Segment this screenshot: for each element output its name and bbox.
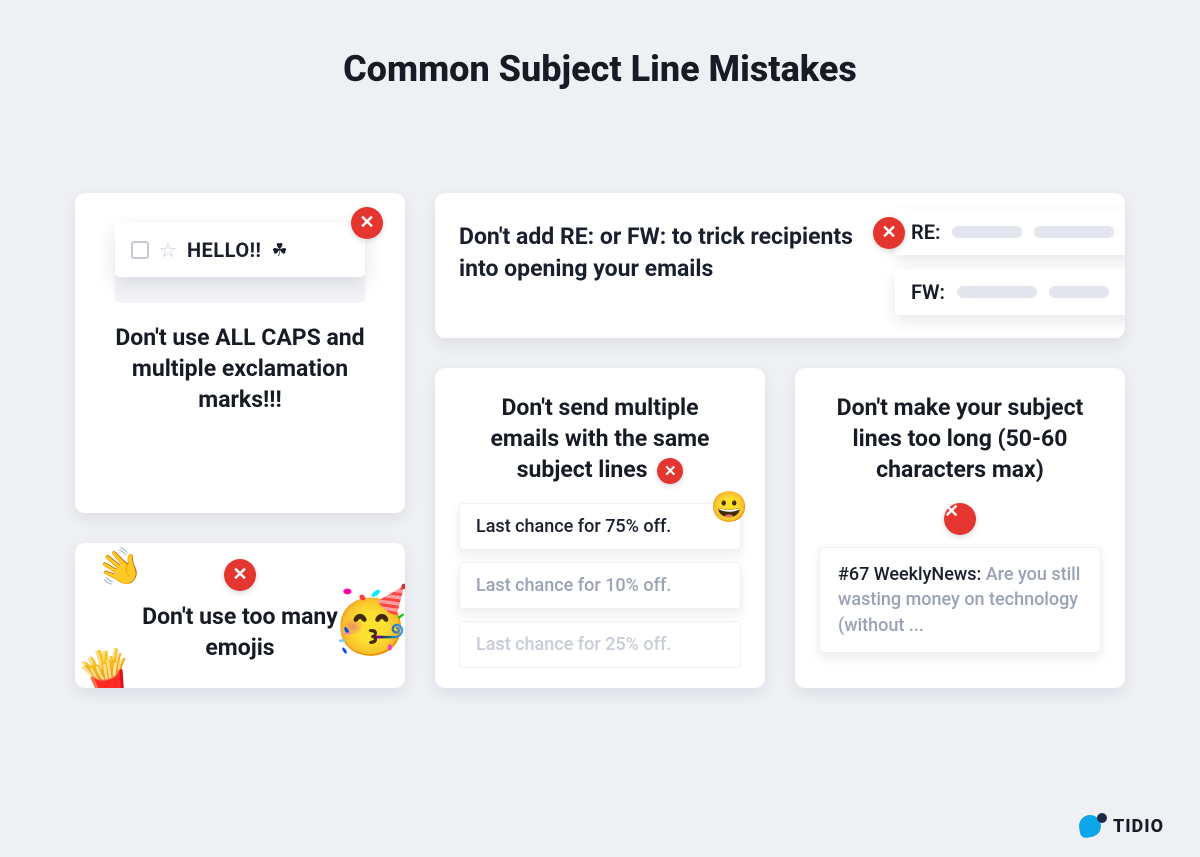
re-label: RE:	[911, 220, 940, 244]
subject-strong: #67 WeeklyNews:	[838, 564, 986, 585]
subject-item: Last chance for 10% off.	[459, 562, 741, 609]
placeholder-pill	[952, 226, 1022, 238]
tip-text: Don't add RE: or FW: to trick recipients…	[459, 221, 889, 285]
error-icon	[351, 207, 383, 239]
subject-item: Last chance for 25% off.	[459, 621, 741, 668]
brand-logo: TIDIO	[1079, 813, 1164, 839]
placeholder-pill	[1034, 226, 1114, 238]
tip-text: Don't use ALL CAPS and multiple exclamat…	[99, 322, 381, 415]
fw-label: FW:	[911, 280, 945, 304]
error-icon	[224, 559, 256, 591]
star-icon: ☆	[159, 238, 177, 262]
tip-text: Don't make your subject lines too long (…	[819, 392, 1101, 485]
placeholder-pill	[957, 286, 1037, 298]
card-too-long: Don't make your subject lines too long (…	[795, 368, 1125, 688]
party-icon: 🥳	[331, 583, 405, 658]
tip-text: Don't send multiple emails with the same…	[459, 392, 741, 485]
refw-row-fw: FW:	[895, 269, 1125, 315]
checkbox-icon	[131, 241, 149, 259]
cards-grid: ☆ HELLO!! ☘ Don't use ALL CAPS and multi…	[75, 193, 1150, 688]
card-re-fw: Don't add RE: or FW: to trick recipients…	[435, 193, 1125, 338]
card-all-caps: ☆ HELLO!! ☘ Don't use ALL CAPS and multi…	[75, 193, 405, 513]
subject-text: Last chance for 75% off.	[476, 516, 671, 537]
long-subject-example: #67 WeeklyNews: Are you still wasting mo…	[819, 547, 1101, 653]
subject-item: Last chance for 75% off. 😀	[459, 503, 741, 550]
email-row-example: ☆ HELLO!! ☘	[115, 223, 365, 277]
error-icon	[944, 503, 976, 535]
refw-row-re: RE:	[895, 209, 1125, 255]
page-title: Common Subject Line Mistakes	[0, 48, 1200, 90]
wave-icon: 👋	[91, 543, 147, 595]
smiley-icon: 😀	[711, 490, 748, 525]
subject-list: Last chance for 75% off. 😀 Last chance f…	[459, 503, 741, 668]
card-multiple-emails: Don't send multiple emails with the same…	[435, 368, 765, 688]
refw-example: RE: FW:	[895, 209, 1125, 329]
error-icon	[873, 217, 905, 249]
error-icon	[657, 458, 683, 484]
example-subject-text: HELLO!!	[187, 238, 262, 262]
placeholder-pill	[1049, 286, 1109, 298]
brand-name: TIDIO	[1113, 816, 1164, 837]
card-emojis: 👋 🍟 🥳 Don't use too many emojis	[75, 543, 405, 688]
logo-icon	[1079, 813, 1105, 839]
clover-icon: ☘	[271, 240, 287, 261]
